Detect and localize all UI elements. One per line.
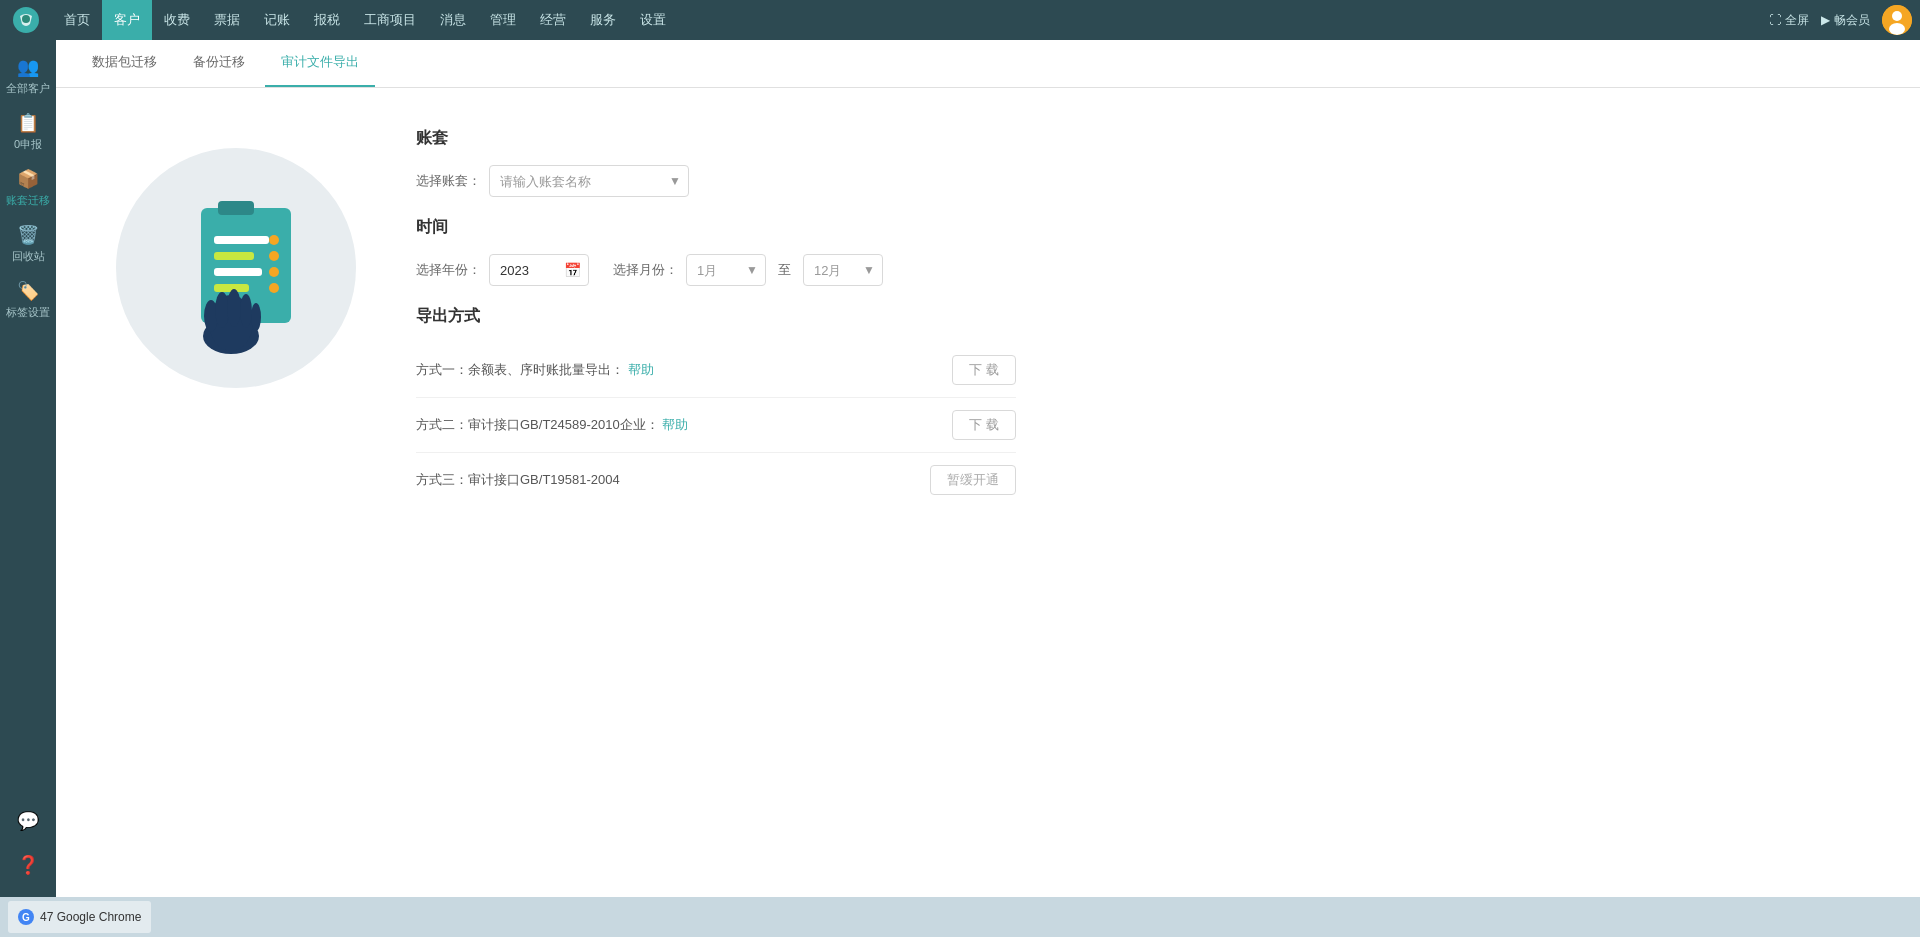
nav-customer[interactable]: 客户: [102, 0, 152, 40]
taskbar-chrome-item[interactable]: G 47 Google Chrome: [8, 901, 151, 933]
tag-settings-icon: 🏷️: [17, 280, 39, 302]
month-end-wrapper: 1月2月3月4月 5月6月7月8月 9月10月11月 12月 ▼: [803, 254, 883, 286]
export-method-3-row: 方式三：审计接口GB/T19581-2004 暂缓开通: [416, 453, 1016, 507]
sidebar-item-all-customers[interactable]: 👥 全部客户: [0, 48, 56, 104]
sidebar-item-tag-settings[interactable]: 🏷️ 标签设置: [0, 272, 56, 328]
month-start-select[interactable]: 1月2月3月4月 5月6月7月8月 9月10月11月12月: [686, 254, 766, 286]
month-end-select[interactable]: 1月2月3月4月 5月6月7月8月 9月10月11月 12月: [803, 254, 883, 286]
svg-rect-6: [218, 201, 254, 215]
svg-point-12: [269, 251, 279, 261]
all-customers-icon: 👥: [17, 56, 39, 78]
year-input-wrapper: 📅: [489, 254, 589, 286]
vip-icon: ▶: [1821, 13, 1830, 27]
top-navigation: 首页 客户 收费 票据 记账 报税 工商项目 消息 管理 经营 服务 设置 ⛶ …: [0, 0, 1920, 40]
tab-data-migration[interactable]: 数据包迁移: [76, 40, 173, 87]
sidebar-bottom: 💬 ❓: [0, 801, 56, 897]
svg-point-3: [1892, 11, 1902, 21]
nav-message[interactable]: 消息: [428, 0, 478, 40]
month-start-wrapper: 1月2月3月4月 5月6月7月8月 9月10月11月12月 ▼: [686, 254, 766, 286]
nav-business[interactable]: 工商项目: [352, 0, 428, 40]
account-select-row: 选择账套： 请输入账套名称 ▼: [416, 165, 1016, 197]
nav-tax[interactable]: 报税: [302, 0, 352, 40]
method-1-help-link[interactable]: 帮助: [628, 362, 654, 377]
time-row: 选择年份： 📅 选择月份： 1月2月3月4月 5月6月7月8月 9月10月11月…: [416, 254, 1016, 286]
fullscreen-button[interactable]: ⛶ 全屏: [1769, 12, 1809, 29]
content-area: 数据包迁移 备份迁移 审计文件导出: [56, 40, 1920, 897]
year-label: 选择年份：: [416, 261, 481, 279]
month-label: 选择月份：: [613, 261, 678, 279]
export-method-2-row: 方式二：审计接口GB/T24589-2010企业： 帮助 下 载: [416, 398, 1016, 453]
form-area: 账套 选择账套： 请输入账套名称 ▼ 时间 选择年份：: [416, 128, 1016, 857]
time-separator: 至: [774, 261, 795, 279]
svg-rect-7: [214, 236, 269, 244]
taskbar: G 47 Google Chrome: [0, 897, 1920, 937]
year-input[interactable]: [489, 254, 589, 286]
svg-rect-9: [214, 268, 262, 276]
method-2-help-link[interactable]: 帮助: [662, 417, 688, 432]
account-select[interactable]: 请输入账套名称: [489, 165, 689, 197]
account-select-label: 选择账套：: [416, 172, 481, 190]
main-layout: 👥 全部客户 📋 0申报 📦 账套迁移 🗑️ 回收站 🏷️ 标签设置 💬 ❓ 数…: [0, 40, 1920, 897]
nav-accounting[interactable]: 记账: [252, 0, 302, 40]
nav-fee[interactable]: 收费: [152, 0, 202, 40]
svg-point-14: [269, 283, 279, 293]
nav-home[interactable]: 首页: [52, 0, 102, 40]
nav-menu: 首页 客户 收费 票据 记账 报税 工商项目 消息 管理 经营 服务 设置: [52, 0, 1769, 40]
illustration-svg: [146, 168, 326, 368]
method-2-text: 方式二：审计接口GB/T24589-2010企业： 帮助: [416, 416, 688, 434]
nav-service[interactable]: 服务: [578, 0, 628, 40]
svg-rect-8: [214, 252, 254, 260]
nav-settings[interactable]: 设置: [628, 0, 678, 40]
method-3-coming-soon-button: 暂缓开通: [930, 465, 1016, 495]
illustration-area: [116, 128, 356, 857]
svg-point-11: [269, 235, 279, 245]
sidebar-item-recycle[interactable]: 🗑️ 回收站: [0, 216, 56, 272]
account-select-wrapper: 请输入账套名称 ▼: [489, 165, 689, 197]
page-content: 账套 选择账套： 请输入账套名称 ▼ 时间 选择年份：: [56, 88, 1920, 897]
svg-point-1: [22, 15, 30, 23]
app-logo: [8, 2, 44, 38]
nav-invoice[interactable]: 票据: [202, 0, 252, 40]
tab-bar: 数据包迁移 备份迁移 审计文件导出: [56, 40, 1920, 88]
method-2-download-button[interactable]: 下 载: [952, 410, 1016, 440]
svg-point-20: [240, 294, 252, 328]
nav-operations[interactable]: 经营: [528, 0, 578, 40]
recycle-icon: 🗑️: [17, 224, 39, 246]
user-avatar[interactable]: [1882, 5, 1912, 35]
account-migration-icon: 📦: [17, 168, 39, 190]
svg-point-13: [269, 267, 279, 277]
export-section-title: 导出方式: [416, 306, 1016, 327]
method-3-text: 方式三：审计接口GB/T19581-2004: [416, 471, 620, 489]
illustration-circle: [116, 148, 356, 388]
nav-right-area: ⛶ 全屏 ▶ 畅会员: [1769, 5, 1912, 35]
sidebar-help-button[interactable]: ❓: [0, 845, 56, 885]
method-1-text: 方式一：余额表、序时账批量导出： 帮助: [416, 361, 654, 379]
svg-point-21: [251, 303, 261, 331]
svg-point-19: [227, 289, 241, 327]
time-section-title: 时间: [416, 217, 1016, 238]
export-method-1-row: 方式一：余额表、序时账批量导出： 帮助 下 载: [416, 343, 1016, 398]
svg-point-18: [215, 292, 229, 328]
tab-backup-migration[interactable]: 备份迁移: [177, 40, 261, 87]
sidebar-chat-button[interactable]: 💬: [0, 801, 56, 841]
chrome-icon: G: [18, 909, 34, 925]
sidebar-item-zero-declare[interactable]: 📋 0申报: [0, 104, 56, 160]
method-1-download-button[interactable]: 下 载: [952, 355, 1016, 385]
account-section-title: 账套: [416, 128, 1016, 149]
tab-audit-export[interactable]: 审计文件导出: [265, 40, 375, 87]
sidebar: 👥 全部客户 📋 0申报 📦 账套迁移 🗑️ 回收站 🏷️ 标签设置 💬 ❓: [0, 40, 56, 897]
zero-declare-icon: 📋: [17, 112, 39, 134]
svg-point-4: [1889, 23, 1905, 35]
fullscreen-icon: ⛶: [1769, 13, 1781, 27]
nav-management[interactable]: 管理: [478, 0, 528, 40]
sidebar-item-account-migration[interactable]: 📦 账套迁移: [0, 160, 56, 216]
vip-button[interactable]: ▶ 畅会员: [1821, 12, 1870, 29]
